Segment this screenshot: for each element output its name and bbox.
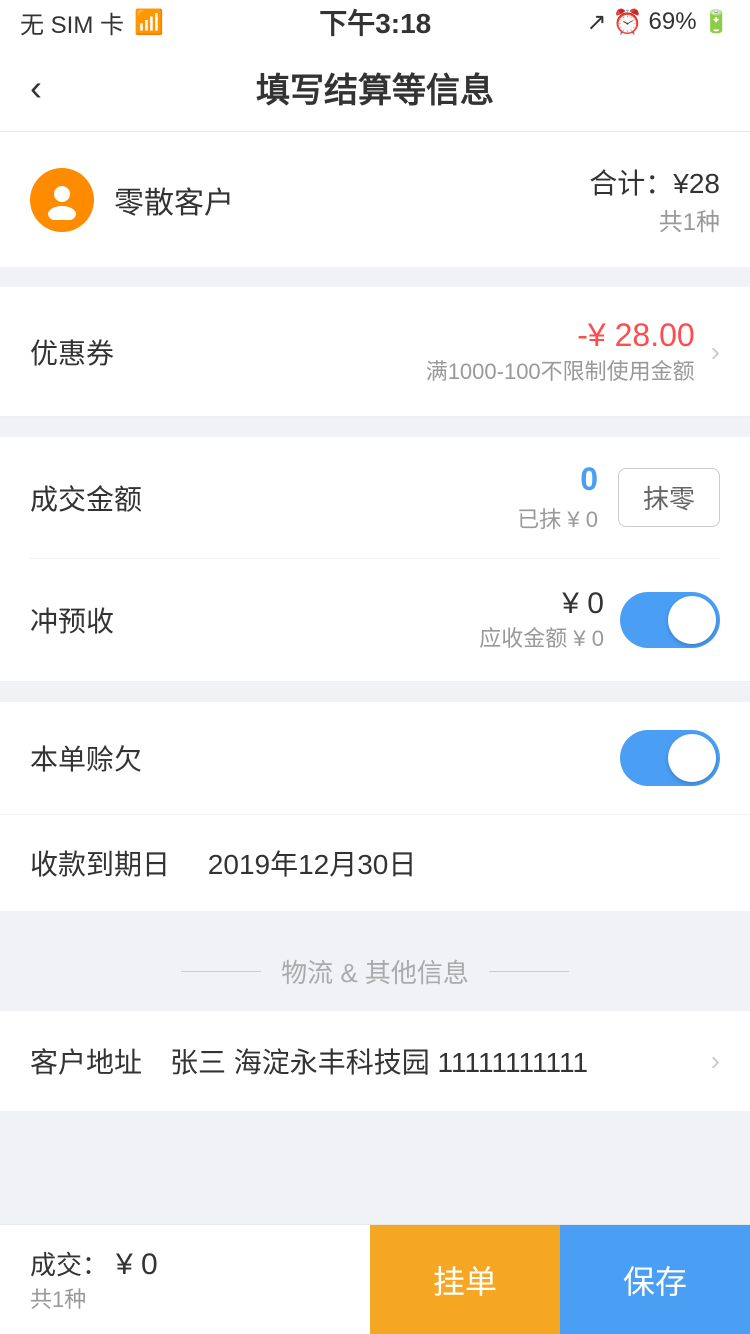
battery-text: 69% bbox=[649, 8, 697, 36]
bottom-bar: 成交： ¥ 0 共1种 挂单 保存 bbox=[0, 1224, 750, 1334]
avatar bbox=[30, 168, 94, 232]
toggle-knob bbox=[668, 596, 716, 644]
battery-icon: 🔋 bbox=[703, 9, 730, 35]
prepay-amount-block: ¥ 0 应收金额 ¥ 0 bbox=[479, 587, 604, 653]
coupon-amount: -¥ 28.00 bbox=[426, 317, 695, 354]
user-icon bbox=[42, 180, 82, 220]
debt-label: 本单赊欠 bbox=[30, 738, 150, 778]
hold-button[interactable]: 挂单 bbox=[370, 1225, 560, 1334]
customer-row: 零散客户 合计：¥28 共1种 bbox=[0, 132, 750, 267]
deal-amount-label: 成交金额 bbox=[30, 478, 150, 518]
deal-amount-block: 0 已抹 ¥ 0 bbox=[517, 461, 598, 534]
status-left: 无 SIM 卡 📶 bbox=[20, 5, 164, 40]
logistics-divider-right bbox=[489, 971, 569, 972]
logistics-divider-left bbox=[181, 971, 261, 972]
status-bar: 无 SIM 卡 📶 下午3:18 ↗ ⏰ 69% 🔋 bbox=[0, 0, 750, 44]
coupon-right: -¥ 28.00 满1000-100不限制使用金额 › bbox=[426, 317, 720, 386]
coupon-section: 优惠券 -¥ 28.00 满1000-100不限制使用金额 › bbox=[0, 287, 750, 417]
address-chevron-icon: › bbox=[711, 1045, 720, 1077]
deal-amount-right: 0 已抹 ¥ 0 抹零 bbox=[517, 461, 720, 534]
logistics-label: 物流 & 其他信息 bbox=[281, 953, 469, 990]
total-count: 共1种 bbox=[589, 202, 720, 237]
total-amount: 合计：¥28 bbox=[589, 162, 720, 202]
coupon-row[interactable]: 优惠券 -¥ 28.00 满1000-100不限制使用金额 › bbox=[0, 287, 750, 417]
deal-section: 成交金额 0 已抹 ¥ 0 抹零 冲预收 ¥ 0 应收金额 ¥ 0 bbox=[0, 437, 750, 682]
wifi-icon: 📶 bbox=[134, 8, 164, 37]
prepay-row: 冲预收 ¥ 0 应收金额 ¥ 0 bbox=[0, 559, 750, 682]
deal-amount-value[interactable]: 0 bbox=[517, 461, 598, 498]
prepay-toggle-row: 冲预收 ¥ 0 应收金额 ¥ 0 bbox=[30, 587, 720, 653]
back-button[interactable]: ‹ bbox=[30, 67, 42, 109]
status-right: ↗ ⏰ 69% 🔋 bbox=[587, 8, 730, 37]
status-time: 下午3:18 bbox=[319, 2, 431, 42]
bottom-deal: 成交： ¥ 0 bbox=[30, 1245, 340, 1282]
prepay-right: ¥ 0 应收金额 ¥ 0 bbox=[479, 587, 720, 653]
round-off-button[interactable]: 抹零 bbox=[618, 468, 720, 527]
debt-row: 本单赊欠 bbox=[0, 702, 750, 814]
page-title: 填写结算等信息 bbox=[256, 63, 494, 112]
debt-section: 本单赊欠 收款到期日 2019年12月30日 bbox=[0, 702, 750, 911]
save-button[interactable]: 保存 bbox=[560, 1225, 750, 1334]
prepay-sub: 应收金额 ¥ 0 bbox=[479, 621, 604, 653]
coupon-value-block: -¥ 28.00 满1000-100不限制使用金额 bbox=[426, 317, 695, 386]
bottom-deal-prefix: 成交： bbox=[30, 1245, 108, 1282]
coupon-desc: 满1000-100不限制使用金额 bbox=[426, 354, 695, 386]
bottom-deal-count: 共1种 bbox=[30, 1282, 340, 1314]
carrier-text: 无 SIM 卡 bbox=[20, 5, 124, 40]
prepay-toggle[interactable] bbox=[620, 592, 720, 648]
customer-summary: 合计：¥28 共1种 bbox=[589, 162, 720, 237]
address-label: 客户地址 bbox=[30, 1041, 150, 1081]
due-date-row: 收款到期日 2019年12月30日 bbox=[0, 814, 750, 911]
due-date-label: 收款到期日 bbox=[30, 849, 170, 880]
chevron-right-icon: › bbox=[711, 336, 720, 368]
address-row[interactable]: 客户地址 张三 海淀永丰科技园 11111111111 › bbox=[0, 1011, 750, 1111]
coupon-label: 优惠券 bbox=[30, 332, 150, 372]
due-date-value: 2019年12月30日 bbox=[208, 849, 417, 880]
alarm-icon: ⏰ bbox=[613, 8, 643, 37]
customer-name: 零散客户 bbox=[114, 178, 234, 222]
deal-amount-row: 成交金额 0 已抹 ¥ 0 抹零 bbox=[0, 437, 750, 558]
debt-toggle-row: 本单赊欠 bbox=[30, 730, 720, 786]
debt-toggle[interactable] bbox=[620, 730, 720, 786]
logistics-header: 物流 & 其他信息 bbox=[0, 931, 750, 1011]
prepay-amount: ¥ 0 bbox=[479, 587, 604, 621]
bottom-summary: 成交： ¥ 0 共1种 bbox=[0, 1245, 370, 1314]
customer-left: 零散客户 bbox=[30, 168, 234, 232]
debt-toggle-knob bbox=[668, 734, 716, 782]
location-icon: ↗ bbox=[587, 8, 607, 37]
content: 零散客户 合计：¥28 共1种 优惠券 -¥ 28.00 满1000-100不限… bbox=[0, 132, 750, 1251]
address-value: 张三 海淀永丰科技园 11111111111 bbox=[170, 1041, 711, 1081]
deal-amount-sub: 已抹 ¥ 0 bbox=[517, 502, 598, 534]
bottom-deal-amount: ¥ 0 bbox=[116, 1248, 158, 1282]
nav-bar: ‹ 填写结算等信息 bbox=[0, 44, 750, 132]
prepay-label: 冲预收 bbox=[30, 600, 150, 640]
